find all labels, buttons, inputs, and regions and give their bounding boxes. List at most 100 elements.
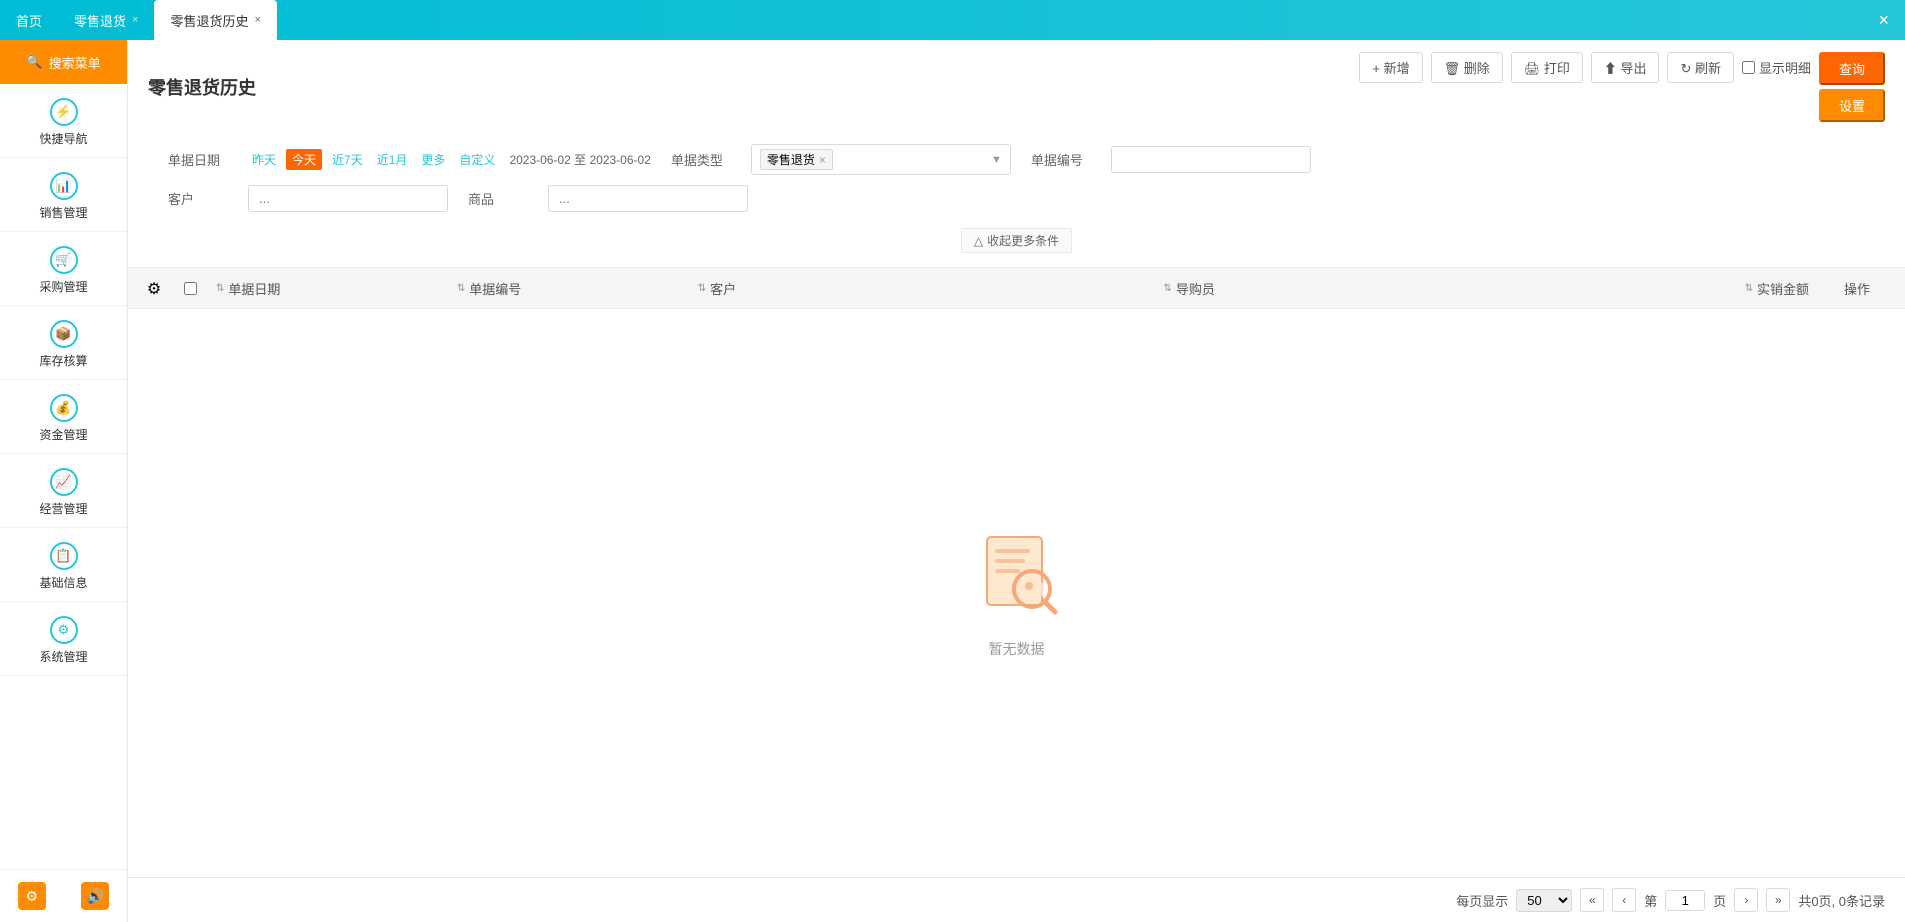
sort-number-icon[interactable]: ⇅ bbox=[457, 283, 465, 294]
top-bar: 首页 零售退货 × 零售退货历史 × × bbox=[0, 0, 1905, 40]
doc-type-label: 单据类型 bbox=[671, 150, 731, 169]
prev-page-button[interactable]: ‹ bbox=[1612, 888, 1636, 912]
system-icon: ⚙ bbox=[50, 616, 78, 644]
date-opt-today[interactable]: 今天 bbox=[286, 149, 322, 170]
th-customer-label: 客户 bbox=[710, 279, 736, 298]
sort-customer-icon[interactable]: ⇅ bbox=[698, 283, 706, 294]
operations-icon: 📈 bbox=[50, 468, 78, 496]
th-settings[interactable]: ⚙ bbox=[136, 279, 172, 299]
page-label: 第 bbox=[1644, 891, 1657, 910]
tab-bar: 首页 零售退货 × 零售退货历史 × bbox=[0, 0, 1862, 40]
tab-retail-return-history[interactable]: 零售退货历史 × bbox=[154, 0, 276, 40]
th-amount: ⇅ 实销金额 bbox=[1621, 279, 1817, 298]
page-total-label: 页 bbox=[1713, 891, 1726, 910]
doc-number-input[interactable] bbox=[1111, 146, 1311, 173]
tab-retail-return-close[interactable]: × bbox=[132, 14, 138, 26]
page-size-select[interactable]: 50 20 100 bbox=[1516, 889, 1572, 912]
audio-bottom-icon[interactable]: 🔊 bbox=[81, 882, 109, 910]
sidebar-item-inventory[interactable]: 📦 库存核算 bbox=[0, 306, 127, 380]
tab-retail-return[interactable]: 零售退货 × bbox=[58, 0, 154, 40]
date-opt-custom[interactable]: 自定义 bbox=[455, 149, 499, 170]
query-settings-group: 查询 设置 bbox=[1819, 52, 1885, 122]
customer-input[interactable] bbox=[248, 185, 448, 212]
sidebar-item-purchase-label: 采购管理 bbox=[39, 278, 87, 295]
collapse-button[interactable]: △ 收起更多条件 bbox=[961, 228, 1072, 253]
table-settings-icon[interactable]: ⚙ bbox=[147, 279, 161, 299]
date-opt-more[interactable]: 更多 bbox=[417, 149, 449, 170]
tab-retail-return-history-close[interactable]: × bbox=[254, 14, 260, 26]
new-button[interactable]: + 新增 bbox=[1359, 52, 1422, 83]
sort-amount-icon[interactable]: ⇅ bbox=[1745, 283, 1753, 294]
sidebar-item-finance[interactable]: 💰 资金管理 bbox=[0, 380, 127, 454]
filter-area: 单据日期 昨天 今天 近7天 近1月 更多 自定义 2023-06-02 至 2… bbox=[148, 134, 1885, 267]
th-actions: 操作 bbox=[1817, 279, 1897, 298]
th-checkbox[interactable] bbox=[172, 282, 208, 295]
date-opt-yesterday[interactable]: 昨天 bbox=[248, 149, 280, 170]
doc-type-select[interactable]: 零售退货 × ▼ bbox=[751, 144, 1011, 175]
pagination-summary: 共0页, 0条记录 bbox=[1798, 891, 1885, 910]
header-actions: + 新增 🗑 删除 🖨 打印 ⬆ 导出 ↻ 刷新 显示明细 bbox=[1359, 52, 1811, 83]
query-button[interactable]: 查询 bbox=[1819, 52, 1885, 85]
export-button[interactable]: ⬆ 导出 bbox=[1591, 52, 1660, 83]
page-size-label: 每页显示 bbox=[1456, 891, 1508, 910]
page-title: 零售退货历史 bbox=[148, 74, 256, 100]
empty-text: 暂无数据 bbox=[989, 639, 1045, 659]
sidebar: 🔍 搜索菜单 ⚡ 快捷导航 📊 销售管理 🛒 采购管理 📦 库存核算 💰 资金管… bbox=[0, 40, 128, 922]
table-container: ⚙ ⇅ 单据日期 ⇅ 单据编号 ⇅ 客户 ⇅ bbox=[128, 269, 1905, 922]
next-page-button[interactable]: › bbox=[1734, 888, 1758, 912]
sidebar-item-operations-label: 经营管理 bbox=[39, 500, 87, 517]
collapse-bar: △ 收起更多条件 bbox=[168, 222, 1865, 257]
refresh-button[interactable]: ↻ 刷新 bbox=[1667, 52, 1734, 83]
show-detail-label: 显示明细 bbox=[1759, 58, 1811, 77]
delete-button[interactable]: 🗑 删除 bbox=[1431, 52, 1503, 83]
select-all-checkbox[interactable] bbox=[184, 282, 197, 295]
tab-retail-return-label: 零售退货 bbox=[74, 11, 126, 30]
doc-type-tag-close[interactable]: × bbox=[819, 153, 826, 167]
page-header: 零售退货历史 + 新增 🗑 删除 🖨 打印 ⬆ 导出 ↻ 刷新 显示明细 bbox=[128, 40, 1905, 268]
sidebar-item-quick-nav[interactable]: ⚡ 快捷导航 bbox=[0, 84, 127, 158]
print-button[interactable]: 🖨 打印 bbox=[1511, 52, 1583, 83]
window-close-button[interactable]: × bbox=[1862, 10, 1905, 31]
date-range-display: 2023-06-02 至 2023-06-02 bbox=[509, 151, 650, 168]
date-opt-1month[interactable]: 近1月 bbox=[373, 149, 412, 170]
sidebar-item-basic-info[interactable]: 📋 基础信息 bbox=[0, 528, 127, 602]
sidebar-item-inventory-label: 库存核算 bbox=[39, 352, 87, 369]
date-filter-label: 单据日期 bbox=[168, 150, 228, 169]
filter-row-2: 客户 商品 bbox=[168, 185, 1865, 212]
first-page-button[interactable]: « bbox=[1580, 888, 1604, 912]
th-actions-label: 操作 bbox=[1844, 282, 1870, 297]
sidebar-item-sales-label: 销售管理 bbox=[39, 204, 87, 221]
search-icon: 🔍 bbox=[26, 54, 42, 70]
th-customer: ⇅ 客户 bbox=[690, 279, 1156, 298]
show-detail-check[interactable] bbox=[1742, 61, 1755, 74]
settings-button[interactable]: 设置 bbox=[1819, 89, 1885, 122]
th-number-label: 单据编号 bbox=[469, 279, 521, 298]
th-date: ⇅ 单据日期 bbox=[208, 279, 449, 298]
sidebar-search[interactable]: 🔍 搜索菜单 bbox=[0, 40, 127, 84]
sidebar-item-operations[interactable]: 📈 经营管理 bbox=[0, 454, 127, 528]
collapse-label: 收起更多条件 bbox=[987, 232, 1059, 249]
table-header: ⚙ ⇅ 单据日期 ⇅ 单据编号 ⇅ 客户 ⇅ bbox=[128, 269, 1905, 309]
date-opt-7days[interactable]: 近7天 bbox=[328, 149, 367, 170]
tab-home[interactable]: 首页 bbox=[0, 0, 58, 40]
sidebar-item-system-label: 系统管理 bbox=[39, 648, 87, 665]
sort-guide-icon[interactable]: ⇅ bbox=[1163, 283, 1171, 294]
sales-icon: 📊 bbox=[50, 172, 78, 200]
show-detail-checkbox[interactable]: 显示明细 bbox=[1742, 58, 1811, 77]
th-guide: ⇅ 导购员 bbox=[1155, 279, 1396, 298]
quick-nav-icon: ⚡ bbox=[50, 98, 78, 126]
empty-state-icon bbox=[967, 527, 1067, 627]
sidebar-item-sales-mgmt[interactable]: 📊 销售管理 bbox=[0, 158, 127, 232]
sidebar-item-basic-info-label: 基础信息 bbox=[39, 574, 87, 591]
goods-input[interactable] bbox=[548, 185, 748, 212]
sidebar-item-system[interactable]: ⚙ 系统管理 bbox=[0, 602, 127, 676]
sidebar-item-purchase-mgmt[interactable]: 🛒 采购管理 bbox=[0, 232, 127, 306]
th-date-label: 单据日期 bbox=[228, 279, 280, 298]
page-number-input[interactable]: 1 bbox=[1665, 890, 1705, 911]
doc-type-tag-label: 零售退货 bbox=[767, 151, 815, 168]
doc-number-label: 单据编号 bbox=[1031, 150, 1091, 169]
date-options: 昨天 今天 近7天 近1月 更多 自定义 2023-06-02 至 2023-0… bbox=[248, 149, 651, 170]
sort-date-icon[interactable]: ⇅ bbox=[216, 283, 224, 294]
last-page-button[interactable]: » bbox=[1766, 888, 1790, 912]
settings-bottom-icon[interactable]: ⚙ bbox=[18, 882, 46, 910]
